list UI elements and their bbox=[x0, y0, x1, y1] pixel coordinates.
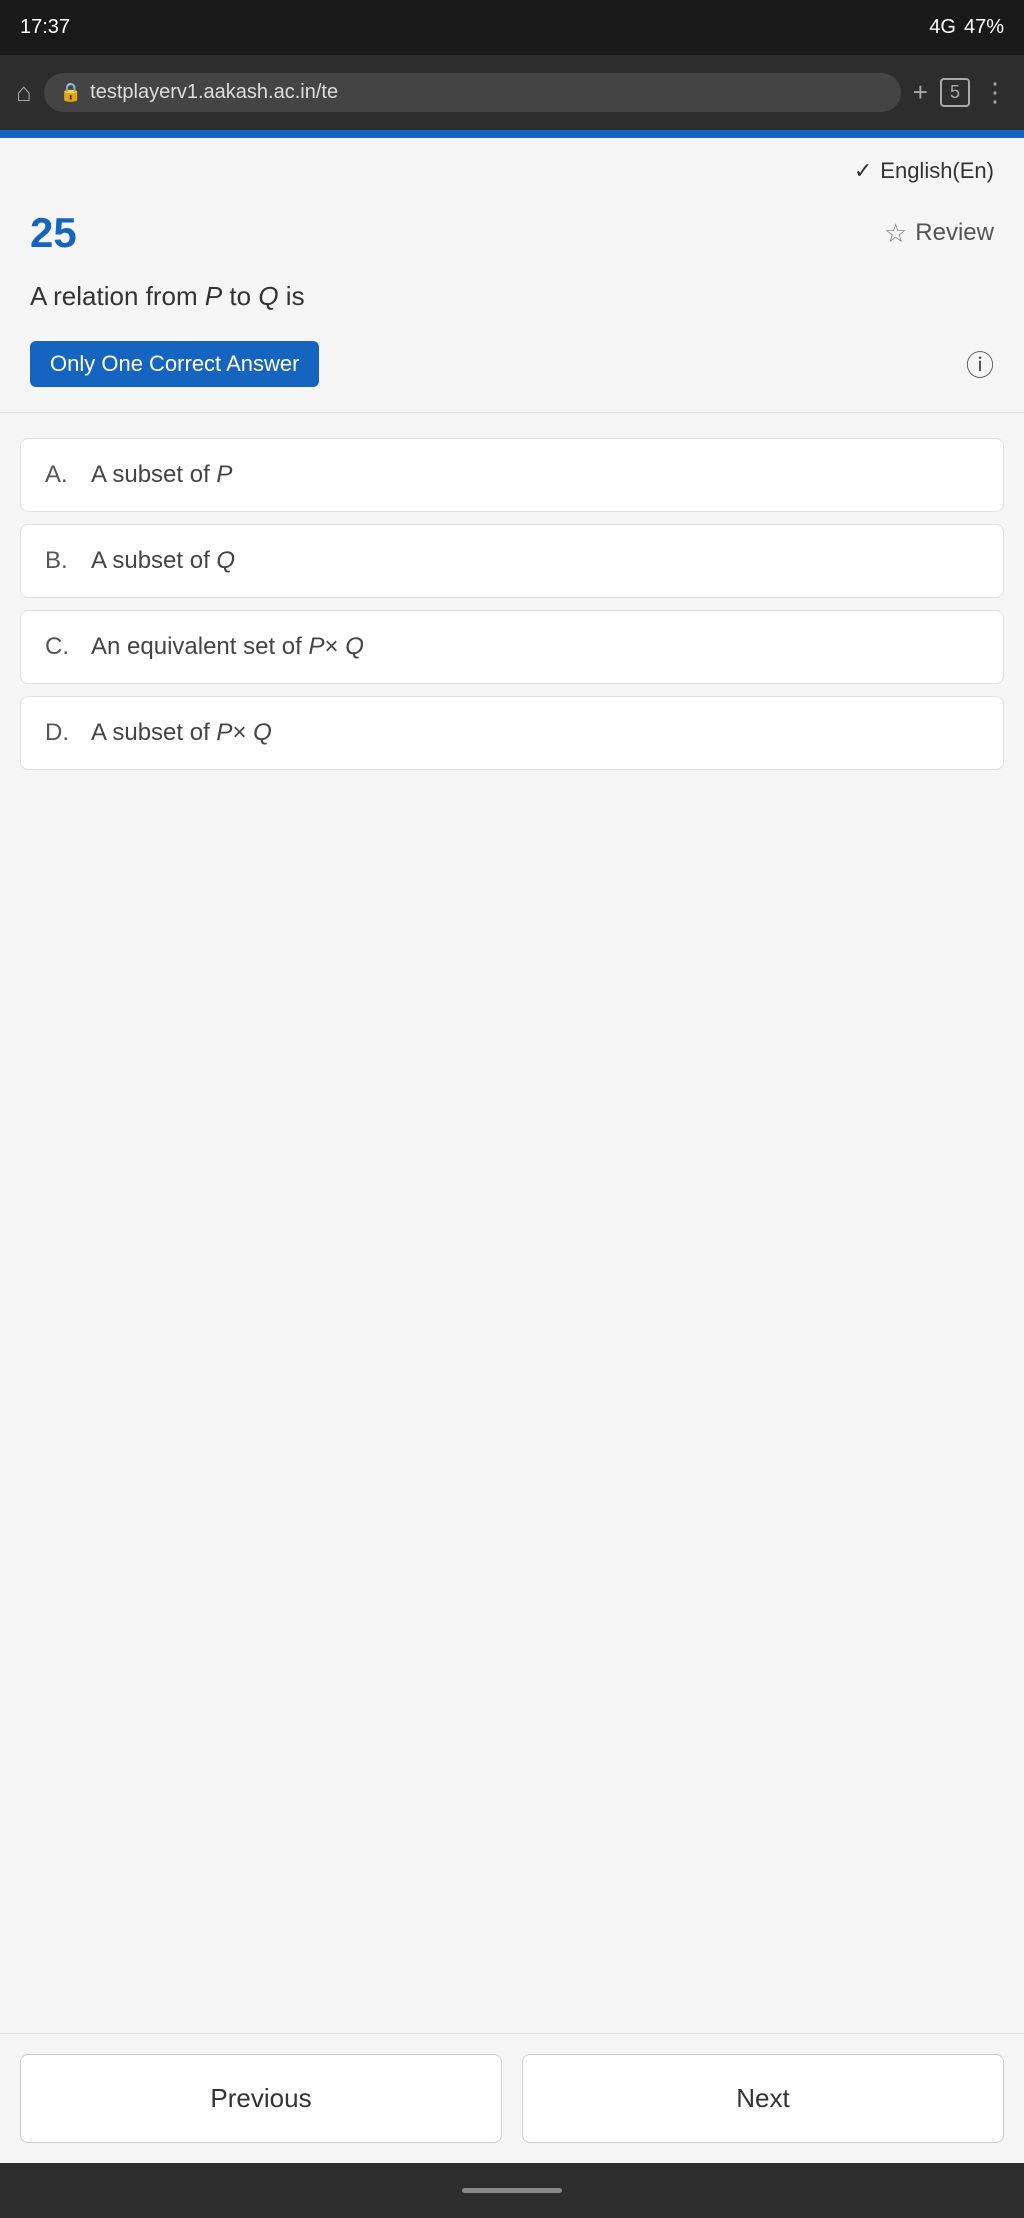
signal-icon: 4G bbox=[929, 16, 956, 39]
option-a-letter: A. bbox=[45, 461, 75, 489]
option-d-text: A subset of P× Q bbox=[91, 719, 272, 747]
question-type-area: Only One Correct Answer ⓘ bbox=[0, 336, 1024, 402]
empty-space bbox=[0, 785, 1024, 2033]
star-icon: ☆ bbox=[884, 218, 907, 249]
checkmark-icon: ✓ bbox=[854, 158, 872, 184]
lock-icon: 🔒 bbox=[60, 82, 82, 103]
language-selector[interactable]: ✓ English(En) bbox=[854, 158, 994, 184]
question-text-content: A relation from P to Q is bbox=[30, 281, 305, 311]
status-time: 17:37 bbox=[20, 16, 919, 39]
browser-chrome: ⌂ 🔒 testplayerv1.aakash.ac.in/te + 5 ⋮ bbox=[0, 55, 1024, 130]
option-b-text: A subset of Q bbox=[91, 547, 235, 575]
question-header: 25 ☆ Review bbox=[0, 194, 1024, 267]
next-button[interactable]: Next bbox=[522, 2054, 1004, 2143]
url-bar[interactable]: 🔒 testplayerv1.aakash.ac.in/te bbox=[44, 73, 901, 112]
main-content: ✓ English(En) 25 ☆ Review A relation fro… bbox=[0, 138, 1024, 2163]
option-c-letter: C. bbox=[45, 633, 75, 661]
previous-button[interactable]: Previous bbox=[20, 2054, 502, 2143]
question-number: 25 bbox=[30, 209, 77, 257]
status-bar: 17:37 4G 47% bbox=[0, 0, 1024, 55]
question-type-badge[interactable]: Only One Correct Answer bbox=[30, 341, 319, 387]
battery-icon: 47% bbox=[964, 16, 1004, 39]
option-a-text: A subset of P bbox=[91, 461, 232, 489]
nav-buttons: Previous Next bbox=[0, 2033, 1024, 2163]
bottom-nav-indicator bbox=[462, 2188, 562, 2193]
url-text: testplayerv1.aakash.ac.in/te bbox=[90, 81, 338, 104]
app-header-bar bbox=[0, 130, 1024, 138]
option-b[interactable]: B. A subset of Q bbox=[20, 524, 1004, 598]
language-bar: ✓ English(En) bbox=[0, 138, 1024, 194]
bottom-nav-bar bbox=[0, 2163, 1024, 2218]
option-c[interactable]: C. An equivalent set of P× Q bbox=[20, 610, 1004, 684]
option-c-text: An equivalent set of P× Q bbox=[91, 633, 364, 661]
divider bbox=[0, 412, 1024, 413]
options-container: A. A subset of P B. A subset of Q C. An … bbox=[0, 423, 1024, 785]
option-d[interactable]: D. A subset of P× Q bbox=[20, 696, 1004, 770]
language-label: English(En) bbox=[880, 158, 994, 184]
question-text: A relation from P to Q is bbox=[0, 267, 1024, 336]
home-icon[interactable]: ⌂ bbox=[16, 77, 32, 108]
option-a[interactable]: A. A subset of P bbox=[20, 438, 1004, 512]
menu-icon[interactable]: ⋮ bbox=[982, 77, 1008, 108]
option-d-letter: D. bbox=[45, 719, 75, 747]
review-label: Review bbox=[915, 219, 994, 247]
status-icons: 4G 47% bbox=[929, 16, 1004, 39]
review-button[interactable]: ☆ Review bbox=[884, 218, 994, 249]
tab-count[interactable]: 5 bbox=[940, 78, 970, 107]
add-tab-icon[interactable]: + bbox=[913, 77, 928, 108]
option-b-letter: B. bbox=[45, 547, 75, 575]
info-icon[interactable]: ⓘ bbox=[966, 344, 994, 384]
